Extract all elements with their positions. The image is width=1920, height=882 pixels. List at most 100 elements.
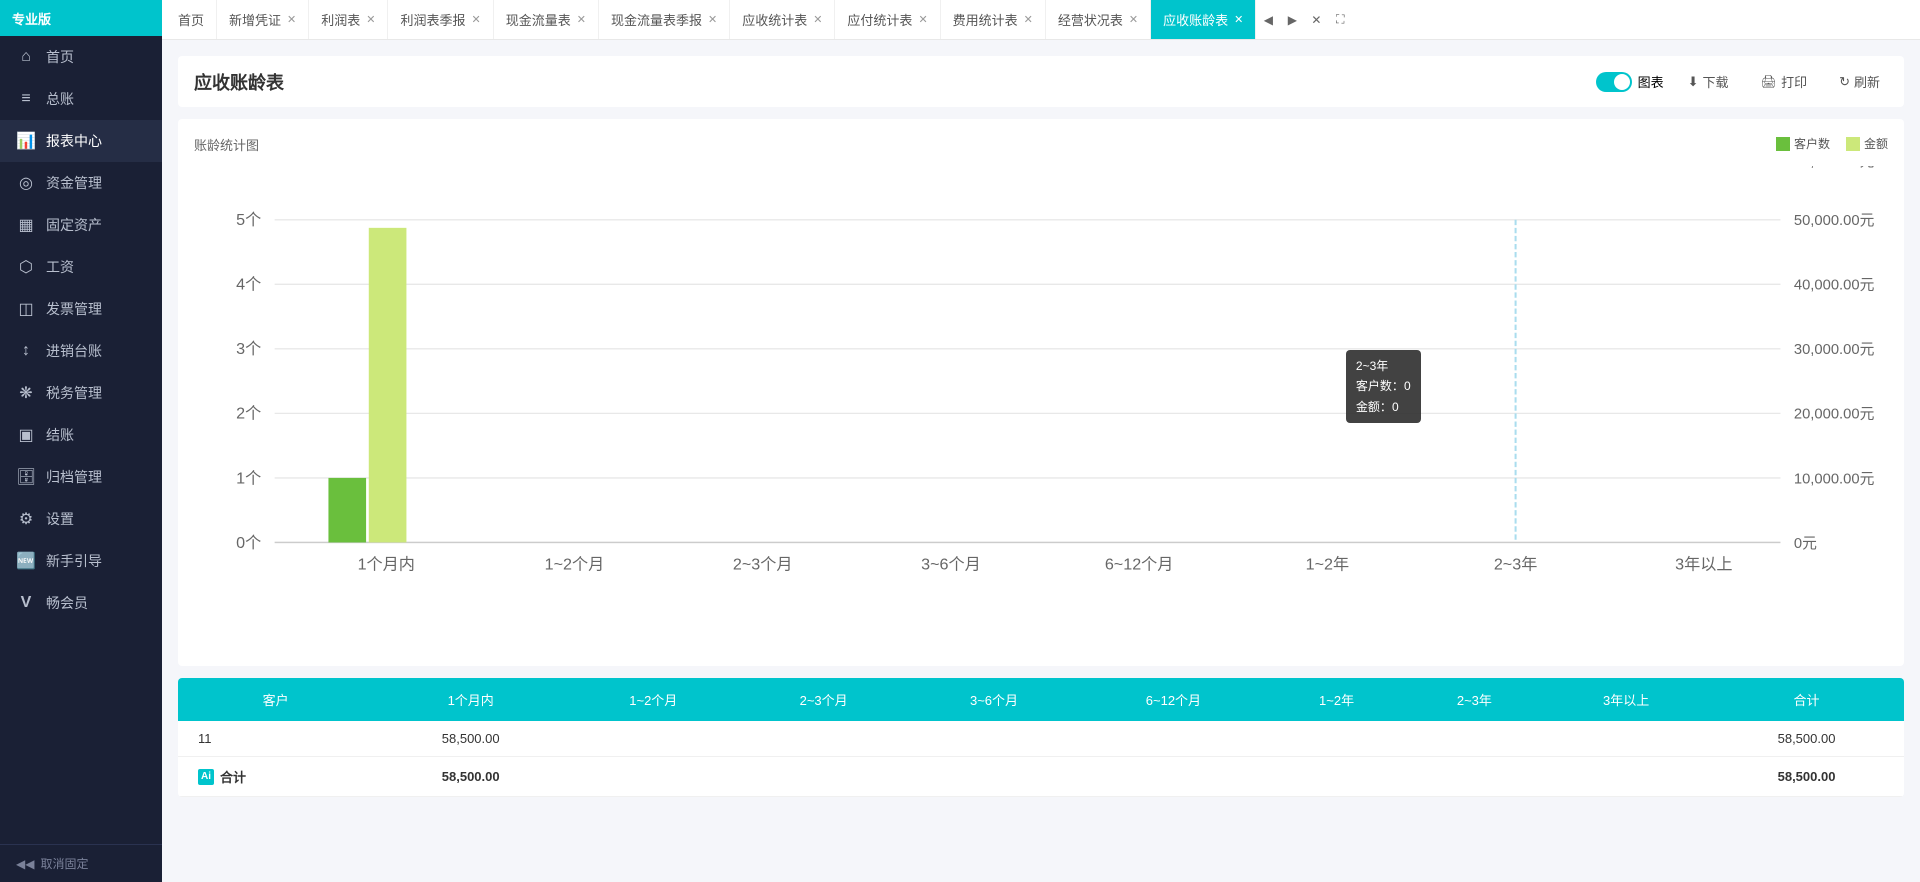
total-m36	[909, 757, 1079, 797]
sidebar-item-home[interactable]: ⌂ 首页	[0, 36, 162, 78]
unpin-label: 取消固定	[40, 855, 88, 872]
sidebar-item-reports[interactable]: 📊 报表中心	[0, 120, 162, 162]
sidebar-item-ledger[interactable]: ≡ 总账	[0, 78, 162, 120]
tab-expense-stat-label: 费用统计表	[953, 10, 1018, 29]
tabs-bar: 首页 新增凭证 ✕ 利润表 ✕ 利润表季报 ✕ 现金流量表 ✕ 现金流量表季报 …	[162, 0, 1920, 40]
table-container: 客户 1个月内 1~2个月 2~3个月 3~6个月 6~12个月 1~2年 2~…	[178, 678, 1904, 797]
sidebar-item-tax[interactable]: ❋ 税务管理	[0, 372, 162, 414]
funds-icon: ◎	[16, 173, 36, 193]
tab-payable-stat-close[interactable]: ✕	[918, 13, 927, 26]
tab-cashflow-close[interactable]: ✕	[577, 13, 586, 26]
svg-text:3~6个月: 3~6个月	[921, 555, 981, 573]
tab-cashflow[interactable]: 现金流量表 ✕	[494, 0, 599, 40]
chart-toggle[interactable]: 图表	[1596, 72, 1664, 92]
svg-text:1~2年: 1~2年	[1306, 555, 1349, 573]
sidebar-item-assets[interactable]: ▦ 固定资产	[0, 204, 162, 246]
sidebar-item-invoice[interactable]: ◫ 发票管理	[0, 288, 162, 330]
sidebar-item-vip[interactable]: V 畅会员	[0, 582, 162, 624]
tabs-prev-button[interactable]: ◀	[1256, 0, 1280, 40]
download-label: 下载	[1703, 72, 1729, 91]
svg-text:0元: 0元	[1794, 536, 1817, 552]
gear-icon: ⚙	[16, 509, 36, 529]
sidebar-item-label: 固定资产	[46, 215, 102, 235]
tab-operation-stat-close[interactable]: ✕	[1129, 13, 1138, 26]
sidebar-item-guide[interactable]: 🆕 新手引导	[0, 540, 162, 582]
tab-voucher[interactable]: 新增凭证 ✕	[217, 0, 309, 40]
tab-profit[interactable]: 利润表 ✕	[309, 0, 388, 40]
ledger-icon: ≡	[16, 90, 36, 108]
tab-receivable-stat[interactable]: 应收统计表 ✕	[730, 0, 835, 40]
svg-text:40,000.00元: 40,000.00元	[1794, 278, 1875, 294]
tab-profit-quarterly[interactable]: 利润表季报 ✕	[388, 0, 493, 40]
sidebar-item-archive[interactable]: 🗄 归档管理	[0, 456, 162, 498]
tabs-next-button[interactable]: ▶	[1280, 0, 1304, 40]
cell-y23	[1405, 721, 1543, 757]
sidebar-item-label: 资金管理	[46, 173, 102, 193]
sidebar-item-label: 进销台账	[46, 341, 102, 361]
tab-profit-quarterly-close[interactable]: ✕	[472, 13, 481, 26]
tab-operation-stat-label: 经营状况表	[1058, 10, 1123, 29]
sidebar-item-label: 结账	[46, 425, 74, 445]
tab-voucher-close[interactable]: ✕	[287, 13, 296, 26]
cell-customer: 11	[178, 721, 373, 757]
tab-profit-quarterly-label: 利润表季报	[400, 10, 465, 29]
col-total: 合计	[1709, 678, 1904, 721]
chart-svg: 0个 1个 2个 3个 4个 5个 0元 10,000.00元 20,000.0…	[194, 166, 1888, 650]
tab-receivable-stat-close[interactable]: ✕	[813, 13, 822, 26]
tab-operation-stat[interactable]: 经营状况表 ✕	[1046, 0, 1151, 40]
refresh-icon: ↻	[1839, 74, 1850, 90]
svg-text:1~2个月: 1~2个月	[545, 555, 605, 573]
tabs-close-all-button[interactable]: ✕	[1304, 0, 1328, 40]
tab-cashflow-quarterly-close[interactable]: ✕	[708, 13, 717, 26]
print-icon: 🖨	[1761, 74, 1778, 90]
tab-expense-stat-close[interactable]: ✕	[1024, 13, 1033, 26]
refresh-button[interactable]: ↻ 刷新	[1831, 68, 1888, 95]
total-icon: Ai	[198, 769, 214, 785]
legend-customer-color	[1776, 137, 1790, 151]
total-m612	[1079, 757, 1267, 797]
tab-payable-stat[interactable]: 应付统计表 ✕	[835, 0, 940, 40]
svg-text:20,000.00元: 20,000.00元	[1794, 407, 1875, 423]
sidebar-item-salary[interactable]: ⬡ 工资	[0, 246, 162, 288]
sidebar-item-settings[interactable]: ⚙ 设置	[0, 498, 162, 540]
svg-text:30,000.00元: 30,000.00元	[1794, 342, 1875, 358]
sidebar-item-close[interactable]: ▣ 结账	[0, 414, 162, 456]
svg-text:1个月内: 1个月内	[358, 555, 415, 573]
tabs-fullscreen-button[interactable]: ⛶	[1328, 0, 1352, 40]
sidebar-item-label: 发票管理	[46, 299, 102, 319]
tab-home[interactable]: 首页	[166, 0, 217, 40]
sidebar-item-funds[interactable]: ◎ 资金管理	[0, 162, 162, 204]
page-actions: 图表 ⬇ 下载 🖨 打印 ↻ 刷新	[1596, 68, 1888, 95]
tab-profit-label: 利润表	[321, 10, 360, 29]
print-label: 打印	[1781, 72, 1807, 91]
assets-icon: ▦	[16, 215, 36, 235]
sidebar-item-inventory[interactable]: ↕ 进销台账	[0, 330, 162, 372]
sidebar-unpin-button[interactable]: ◀◀ 取消固定	[0, 844, 162, 882]
sidebar-item-label: 畅会员	[46, 593, 88, 613]
print-button[interactable]: 🖨 打印	[1753, 68, 1816, 95]
tab-payable-stat-label: 应付统计表	[847, 10, 912, 29]
total-y3plus	[1543, 757, 1709, 797]
svg-text:10,000.00元: 10,000.00元	[1794, 471, 1875, 487]
tab-cashflow-quarterly[interactable]: 现金流量表季报 ✕	[599, 0, 730, 40]
tab-aging-close[interactable]: ✕	[1234, 13, 1243, 26]
chart-title: 账龄统计图	[194, 135, 1888, 154]
tab-expense-stat[interactable]: 费用统计表 ✕	[941, 0, 1046, 40]
toggle-track[interactable]	[1596, 72, 1632, 92]
table-header-row: 客户 1个月内 1~2个月 2~3个月 3~6个月 6~12个月 1~2年 2~…	[178, 678, 1904, 721]
sidebar-item-label: 归档管理	[46, 467, 102, 487]
download-button[interactable]: ⬇ 下载	[1680, 68, 1737, 95]
svg-text:5个: 5个	[236, 211, 261, 229]
total-label-text: 合计	[220, 767, 246, 786]
toggle-thumb	[1614, 74, 1630, 90]
bar-customers-0[interactable]	[328, 478, 366, 543]
bar-amount-0[interactable]	[369, 228, 407, 543]
svg-text:1个: 1个	[236, 469, 261, 487]
tab-profit-close[interactable]: ✕	[366, 13, 375, 26]
tab-voucher-label: 新增凭证	[229, 10, 281, 29]
cell-y3plus	[1543, 721, 1709, 757]
page-header: 应收账龄表 图表 ⬇ 下载 🖨 打印 ↻ 刷新	[178, 56, 1904, 107]
tax-icon: ❋	[16, 383, 36, 403]
tab-aging[interactable]: 应收账龄表 ✕	[1151, 0, 1256, 40]
total-total: 58,500.00	[1709, 757, 1904, 797]
